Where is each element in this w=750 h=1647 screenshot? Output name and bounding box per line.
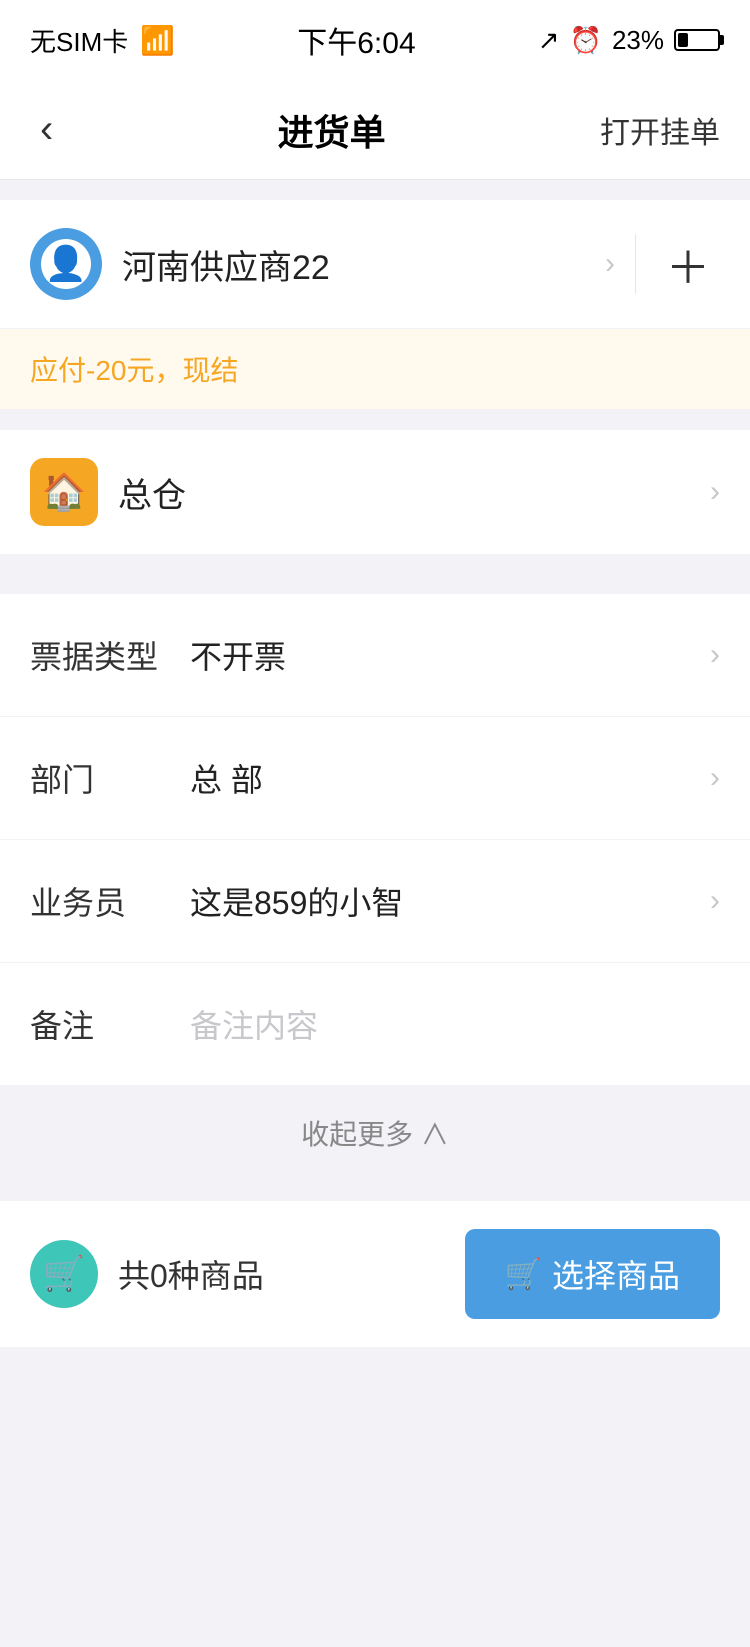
invoice-type-label: 票据类型: [30, 632, 170, 678]
salesperson-value: 这是859的小智: [170, 878, 710, 924]
invoice-type-value: 不开票: [170, 632, 710, 678]
gps-icon: ↗: [538, 25, 560, 56]
battery-label: 23%: [612, 25, 664, 56]
page-title: 进货单: [278, 104, 386, 156]
page-background: [0, 1347, 750, 1647]
supplier-divider: [635, 234, 636, 294]
remark-row[interactable]: 备注 备注内容: [0, 963, 750, 1085]
supplier-avatar: 👤: [30, 228, 102, 300]
section-gap-2: [0, 409, 750, 429]
collapse-bar[interactable]: 收起更多 ∧: [0, 1085, 750, 1181]
warehouse-chevron-icon: ›: [710, 475, 720, 509]
select-btn-label: 选择商品: [552, 1251, 680, 1297]
invoice-type-row[interactable]: 票据类型 不开票 ›: [0, 594, 750, 717]
wifi-icon: 📶: [140, 24, 175, 57]
back-button[interactable]: ‹: [30, 97, 63, 162]
person-icon: 👤: [45, 244, 87, 284]
warehouse-name: 总仓: [118, 468, 710, 517]
supplier-section: 👤 河南供应商22 › ＋ 应付-20元，现结: [0, 200, 750, 409]
supplier-name: 河南供应商22: [122, 240, 605, 289]
carrier-label: 无SIM卡: [30, 22, 128, 59]
salesperson-label: 业务员: [30, 878, 170, 924]
supplier-row[interactable]: 👤 河南供应商22 › ＋: [0, 200, 750, 328]
salesperson-row[interactable]: 业务员 这是859的小智 ›: [0, 840, 750, 963]
add-button[interactable]: ＋: [656, 232, 720, 296]
product-icon-wrap: 🛒: [30, 1240, 98, 1308]
status-left: 无SIM卡 📶: [30, 22, 175, 59]
select-btn-icon: 🛒: [505, 1257, 542, 1292]
section-gap-1: [0, 180, 750, 200]
nav-bar: ‹ 进货单 打开挂单: [0, 80, 750, 180]
status-time: 下午6:04: [297, 18, 415, 62]
battery-icon: [674, 29, 720, 51]
status-right: ↗ ⏰ 23%: [538, 25, 720, 56]
collapse-label: 收起更多 ∧: [301, 1119, 449, 1150]
notice-text: 应付-20元，现结: [30, 355, 238, 386]
product-icon: 🛒: [43, 1254, 85, 1294]
status-bar: 无SIM卡 📶 下午6:04 ↗ ⏰ 23%: [0, 0, 750, 80]
department-label: 部门: [30, 755, 170, 801]
salesperson-chevron-icon: ›: [710, 884, 720, 918]
invoice-chevron-icon: ›: [710, 638, 720, 672]
section-gap-3: [0, 554, 750, 574]
select-product-button[interactable]: 🛒 选择商品: [465, 1229, 720, 1319]
remark-label: 备注: [30, 1001, 170, 1047]
warehouse-icon: 🏠: [42, 471, 87, 513]
department-chevron-icon: ›: [710, 761, 720, 795]
form-section: 票据类型 不开票 › 部门 总 部 › 业务员 这是859的小智 › 备注 备注…: [0, 594, 750, 1085]
supplier-chevron-icon: ›: [605, 247, 615, 281]
open-pending-button[interactable]: 打开挂单: [600, 108, 720, 152]
department-row[interactable]: 部门 总 部 ›: [0, 717, 750, 840]
warehouse-row[interactable]: 🏠 总仓 ›: [0, 429, 750, 554]
notice-bar: 应付-20元，现结: [0, 328, 750, 409]
product-count: 共0种商品: [118, 1251, 465, 1297]
department-value: 总 部: [170, 755, 710, 801]
bottom-section: 🛒 共0种商品 🛒 选择商品: [0, 1201, 750, 1347]
warehouse-icon-wrap: 🏠: [30, 458, 98, 526]
alarm-icon: ⏰: [570, 25, 602, 56]
remark-placeholder[interactable]: 备注内容: [170, 1001, 720, 1047]
